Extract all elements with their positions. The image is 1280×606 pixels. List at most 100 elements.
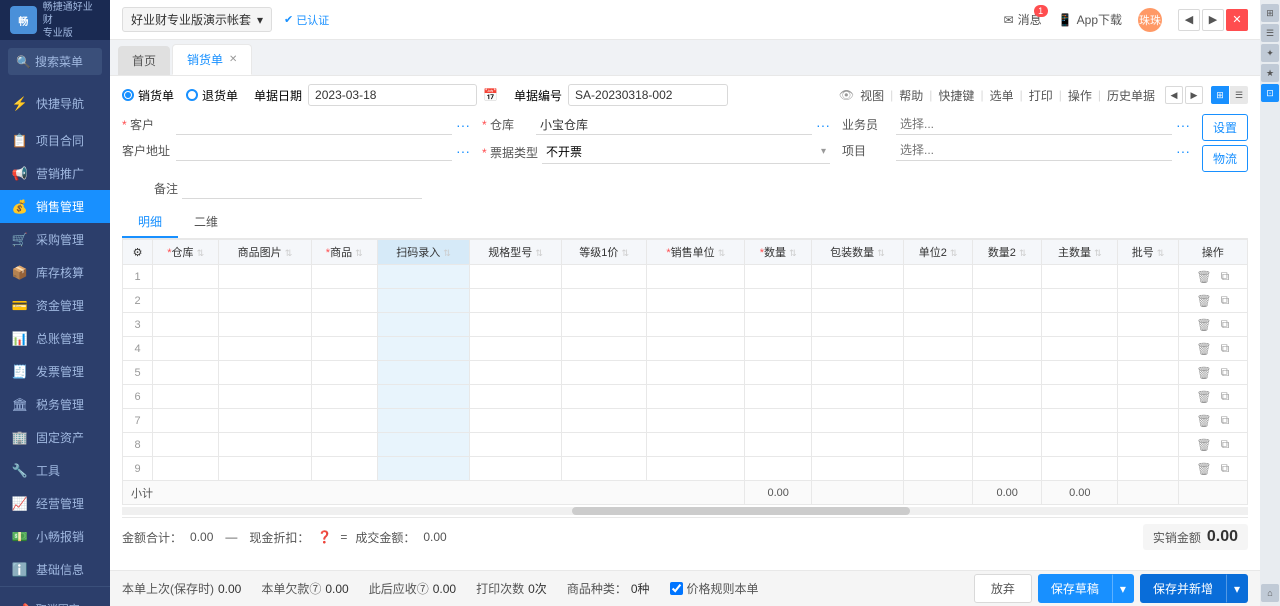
sub-tab-2d[interactable]: 二维	[178, 207, 234, 238]
row-unit-3[interactable]	[647, 313, 745, 337]
row-warehouse-4[interactable]	[153, 337, 219, 361]
col-sort-icon-2[interactable]: ⇅	[285, 248, 293, 258]
row-batch-6[interactable]	[1118, 385, 1178, 409]
warehouse-select-button[interactable]: ···	[816, 117, 830, 133]
sidebar-item-资金管理[interactable]: 💳资金管理	[0, 289, 110, 322]
row-mainqty-8[interactable]	[1042, 433, 1118, 457]
app-download-button[interactable]: 📱 App下载	[1058, 11, 1122, 28]
customer-input[interactable]	[176, 114, 452, 135]
right-panel-btn-6[interactable]: ⌂	[1261, 584, 1279, 602]
invoice-select[interactable]: 不开票 ▾	[542, 140, 830, 164]
row-warehouse-8[interactable]	[153, 433, 219, 457]
row-unit-1[interactable]	[647, 265, 745, 289]
row-warehouse-9[interactable]	[153, 457, 219, 481]
tab-sales-order[interactable]: 销货单 ✕	[172, 44, 252, 75]
row-packqty-1[interactable]	[811, 265, 903, 289]
row-batch-8[interactable]	[1118, 433, 1178, 457]
sidebar-item-项目合同[interactable]: 📋项目合同	[0, 124, 110, 157]
row-delete-1[interactable]: 🗑	[1193, 268, 1214, 285]
row-scan-9[interactable]	[377, 457, 469, 481]
row-copy-1[interactable]: ⧉	[1218, 268, 1233, 285]
row-delete-8[interactable]: 🗑	[1193, 436, 1214, 453]
sidebar-item-营销推广[interactable]: 📢营销推广	[0, 157, 110, 190]
row-product-9[interactable]	[311, 457, 377, 481]
row-packqty-8[interactable]	[811, 433, 903, 457]
row-qty-1[interactable]	[745, 265, 811, 289]
row-copy-8[interactable]: ⧉	[1218, 436, 1233, 453]
row-warehouse-5[interactable]	[153, 361, 219, 385]
row-price-8[interactable]	[562, 433, 647, 457]
close-window-button[interactable]: ✕	[1226, 9, 1248, 31]
row-warehouse-6[interactable]	[153, 385, 219, 409]
list-view-button[interactable]: ☰	[1230, 86, 1248, 104]
row-delete-5[interactable]: 🗑	[1193, 364, 1214, 381]
row-packqty-2[interactable]	[811, 289, 903, 313]
row-mainqty-1[interactable]	[1042, 265, 1118, 289]
row-unit2-1[interactable]	[904, 265, 973, 289]
tab-close-icon[interactable]: ✕	[229, 54, 237, 65]
row-qty2-4[interactable]	[973, 337, 1042, 361]
scrollbar-thumb[interactable]	[572, 507, 910, 515]
row-scan-7[interactable]	[377, 409, 469, 433]
row-spec-6[interactable]	[470, 385, 562, 409]
row-unit2-7[interactable]	[904, 409, 973, 433]
row-product-7[interactable]	[311, 409, 377, 433]
row-price-7[interactable]	[562, 409, 647, 433]
col-sort-icon-4[interactable]: ⇅	[443, 248, 451, 258]
row-spec-9[interactable]	[470, 457, 562, 481]
row-mainqty-2[interactable]	[1042, 289, 1118, 313]
row-spec-5[interactable]	[470, 361, 562, 385]
project-select-button[interactable]: ···	[1176, 143, 1190, 159]
unpin-button[interactable]: 📌 取消固定	[8, 595, 102, 606]
row-price-1[interactable]	[562, 265, 647, 289]
row-delete-3[interactable]: 🗑	[1193, 316, 1214, 333]
row-qty2-9[interactable]	[973, 457, 1042, 481]
next-window-button[interactable]: ▶	[1202, 9, 1224, 31]
row-qty2-7[interactable]	[973, 409, 1042, 433]
right-panel-btn-3[interactable]: ✦	[1261, 44, 1279, 62]
row-copy-3[interactable]: ⧉	[1218, 316, 1233, 333]
row-batch-3[interactable]	[1118, 313, 1178, 337]
row-packqty-7[interactable]	[811, 409, 903, 433]
row-packqty-3[interactable]	[811, 313, 903, 337]
calendar-icon[interactable]: 📅	[483, 88, 498, 102]
row-warehouse-2[interactable]	[153, 289, 219, 313]
sidebar-item-quick-nav[interactable]: ⚡ 快捷导航	[0, 87, 110, 120]
row-delete-2[interactable]: 🗑	[1193, 292, 1214, 309]
row-packqty-6[interactable]	[811, 385, 903, 409]
company-selector[interactable]: 好业财专业版演示帐套 ▾	[122, 7, 272, 32]
project-input[interactable]	[896, 140, 1172, 161]
row-mainqty-7[interactable]	[1042, 409, 1118, 433]
row-qty-3[interactable]	[745, 313, 811, 337]
salesperson-select-button[interactable]: ···	[1176, 117, 1190, 133]
row-copy-6[interactable]: ⧉	[1218, 388, 1233, 405]
row-packqty-5[interactable]	[811, 361, 903, 385]
row-unit2-4[interactable]	[904, 337, 973, 361]
row-unit-4[interactable]	[647, 337, 745, 361]
form-next-button[interactable]: ▶	[1185, 86, 1203, 104]
save-new-button[interactable]: 保存并新增	[1140, 574, 1226, 603]
row-unit-2[interactable]	[647, 289, 745, 313]
row-warehouse-7[interactable]	[153, 409, 219, 433]
row-qty-6[interactable]	[745, 385, 811, 409]
row-price-5[interactable]	[562, 361, 647, 385]
col-settings[interactable]: ⚙	[123, 240, 153, 265]
row-copy-9[interactable]: ⧉	[1218, 460, 1233, 477]
row-unit-9[interactable]	[647, 457, 745, 481]
row-scan-5[interactable]	[377, 361, 469, 385]
right-panel-btn-1[interactable]: ⊞	[1261, 4, 1279, 22]
note-input[interactable]	[182, 178, 422, 199]
row-spec-7[interactable]	[470, 409, 562, 433]
row-warehouse-3[interactable]	[153, 313, 219, 337]
row-mainqty-5[interactable]	[1042, 361, 1118, 385]
col-sort-icon-11[interactable]: ⇅	[1019, 248, 1027, 258]
prev-window-button[interactable]: ◀	[1178, 9, 1200, 31]
horizontal-scrollbar[interactable]	[122, 507, 1248, 515]
row-mainqty-6[interactable]	[1042, 385, 1118, 409]
address-select-button[interactable]: ···	[456, 143, 470, 159]
row-qty2-3[interactable]	[973, 313, 1042, 337]
row-qty-5[interactable]	[745, 361, 811, 385]
row-copy-2[interactable]: ⧉	[1218, 292, 1233, 309]
row-mainqty-3[interactable]	[1042, 313, 1118, 337]
row-unit2-8[interactable]	[904, 433, 973, 457]
